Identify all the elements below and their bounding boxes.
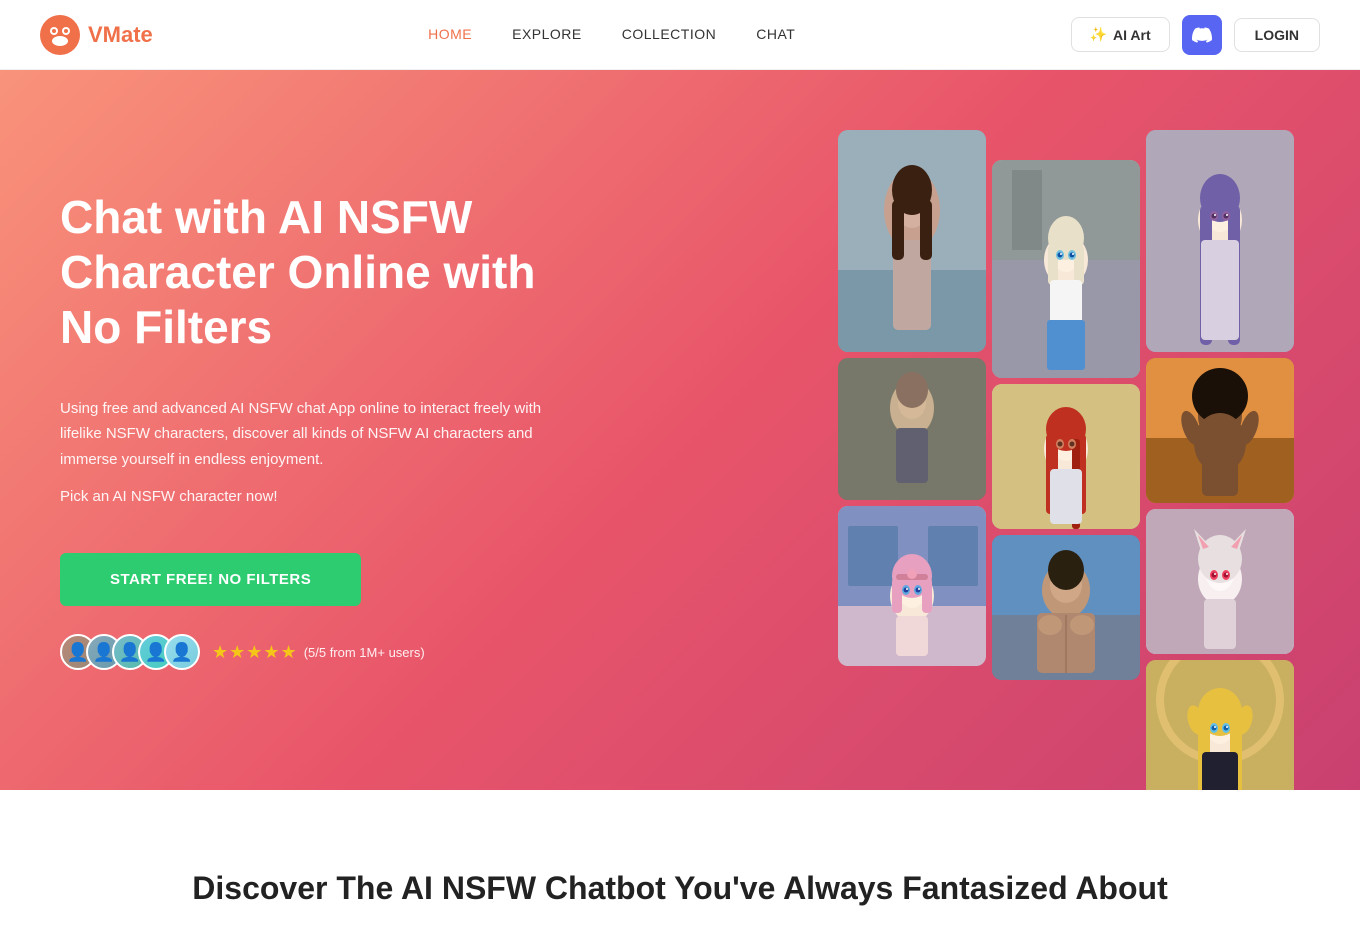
login-button[interactable]: LOGIN [1234,18,1320,52]
logo[interactable]: VMate [40,15,153,55]
grid-image-8 [1146,358,1294,503]
avatar-5: 👤 [164,634,200,670]
nav-item-collection[interactable]: COLLECTION [622,26,716,42]
grid-image-10 [1146,660,1294,790]
grid-image-7 [1146,130,1294,352]
user-avatars: 👤 👤 👤 👤 👤 [60,634,200,670]
hero-pick-text: Pick an AI NSFW character now! [60,488,580,505]
grid-column-2 [992,160,1140,680]
grid-image-3 [838,506,986,666]
nav-item-explore[interactable]: EXPLORE [512,26,582,42]
nav-actions: ✨ AI Art LOGIN [1071,15,1320,55]
social-proof: 👤 👤 👤 👤 👤 ★★★★★ (5/5 from 1M+ users) [60,634,580,670]
ai-art-button[interactable]: ✨ AI Art [1071,17,1170,52]
rating-text: (5/5 from 1M+ users) [304,645,425,660]
bottom-title: Discover The AI NSFW Chatbot You've Alwa… [40,870,1320,907]
grid-image-6 [992,535,1140,680]
stars: ★★★★★ [212,642,298,663]
grid-image-5 [992,384,1140,529]
rating: ★★★★★ (5/5 from 1M+ users) [212,642,425,663]
hero-description: Using free and advanced AI NSFW chat App… [60,396,580,473]
grid-image-2 [838,358,986,500]
nav-item-chat[interactable]: CHAT [756,26,795,42]
grid-image-9 [1146,509,1294,654]
hero-image-grid [838,130,1300,730]
discord-button[interactable] [1182,15,1222,55]
grid-image-4 [992,160,1140,378]
grid-column-1 [838,130,986,666]
nav-item-home[interactable]: HOME [428,26,472,42]
wand-icon: ✨ [1090,26,1107,43]
nav-links: HOME EXPLORE COLLECTION CHAT [428,26,795,44]
hero-title: Chat with AI NSFW Character Online with … [60,190,580,356]
start-free-button[interactable]: START FREE! NO FILTERS [60,553,361,606]
navbar: VMate HOME EXPLORE COLLECTION CHAT ✨ AI … [0,0,1360,70]
brand-name: VMate [88,22,153,48]
grid-image-1 [838,130,986,352]
hero-section: Chat with AI NSFW Character Online with … [0,70,1360,790]
hero-content: Chat with AI NSFW Character Online with … [60,190,580,670]
bottom-section: Discover The AI NSFW Chatbot You've Alwa… [0,790,1360,947]
grid-column-3 [1146,130,1294,790]
